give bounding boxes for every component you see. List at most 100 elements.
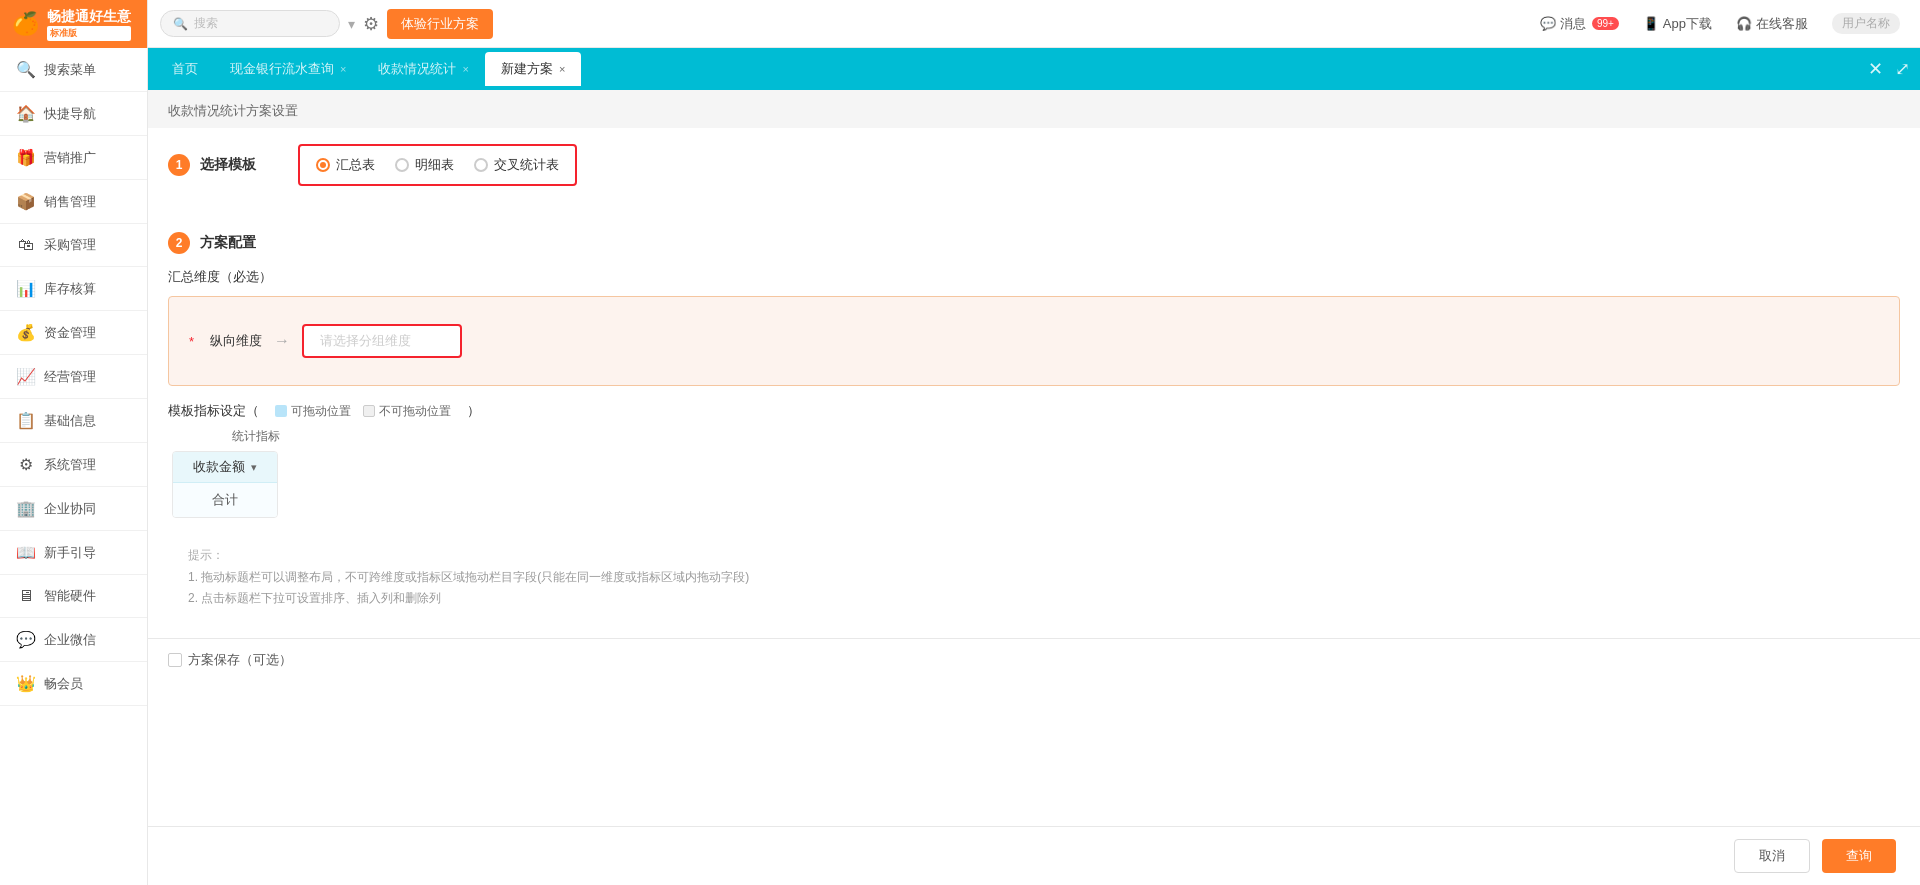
- tab-bank-close[interactable]: ×: [340, 63, 346, 75]
- tab-home[interactable]: 首页: [156, 52, 214, 86]
- legend-fixed: 不可拖动位置: [363, 403, 451, 420]
- home-icon: 🏠: [16, 104, 36, 123]
- tips-title: 提示：: [188, 548, 224, 562]
- summary-label: 汇总表: [336, 156, 375, 174]
- indicator-col-header[interactable]: 收款金额 ▾: [173, 452, 277, 483]
- sidebar-item-label: 库存核算: [44, 280, 96, 298]
- required-star: *: [189, 334, 194, 349]
- download-action[interactable]: 📱 App下载: [1635, 15, 1720, 33]
- sidebar-item-marketing[interactable]: 🎁 营销推广: [0, 136, 147, 180]
- sidebar-item-member[interactable]: 👑 畅会员: [0, 662, 147, 706]
- dimension-area: * 纵向维度 → 请选择分组维度: [168, 296, 1900, 386]
- tab-new-plan[interactable]: 新建方案 ×: [485, 52, 581, 86]
- gift-icon: 🎁: [16, 148, 36, 167]
- message-icon: 💬: [1540, 16, 1556, 31]
- sidebar-item-label: 系统管理: [44, 456, 96, 474]
- sidebar-item-quick-nav[interactable]: 🏠 快捷导航: [0, 92, 147, 136]
- indicator-settings: 模板指标设定（ 可拖动位置 不可拖动位置 ）: [168, 402, 1900, 521]
- sidebar-item-system[interactable]: ⚙ 系统管理: [0, 443, 147, 487]
- main-area: 🔍 搜索 ▾ ⚙ 体验行业方案 💬 消息 99+ 📱 App下载 🎧 在线客服 …: [148, 0, 1920, 885]
- sidebar-item-purchase[interactable]: 🛍 采购管理: [0, 224, 147, 267]
- system-icon: ⚙: [16, 455, 36, 474]
- dimension-select[interactable]: 请选择分组维度: [302, 324, 462, 358]
- indicator-legend: 可拖动位置 不可拖动位置: [275, 403, 451, 420]
- tab-home-label: 首页: [172, 60, 198, 78]
- vertical-dim-label: 纵向维度: [210, 332, 262, 350]
- sidebar-item-label: 经营管理: [44, 368, 96, 386]
- management-icon: 📈: [16, 367, 36, 386]
- sidebar-item-label: 销售管理: [44, 193, 96, 211]
- indicator-table: 收款金额 ▾ 合计: [172, 451, 278, 518]
- sidebar-item-management[interactable]: 📈 经营管理: [0, 355, 147, 399]
- tab-collection[interactable]: 收款情况统计 ×: [362, 52, 484, 86]
- indicator-col-dropdown-icon[interactable]: ▾: [251, 461, 257, 474]
- tab-collection-close[interactable]: ×: [462, 63, 468, 75]
- topbar-dropdown-icon[interactable]: ▾: [348, 16, 355, 32]
- content-area: 收款情况统计方案设置 1 选择模板 汇总表 明细表: [148, 90, 1920, 885]
- sidebar-item-label: 企业协同: [44, 500, 96, 518]
- service-action[interactable]: 🎧 在线客服: [1728, 15, 1816, 33]
- query-button[interactable]: 查询: [1822, 839, 1896, 873]
- page-content: 收款情况统计方案设置 1 选择模板 汇总表 明细表: [148, 90, 1920, 885]
- template-cross-radio[interactable]: 交叉统计表: [474, 156, 559, 174]
- search-placeholder-text: 搜索: [194, 15, 218, 32]
- sidebar-item-wechat[interactable]: 💬 企业微信: [0, 618, 147, 662]
- tab-close-all-icon[interactable]: ✕: [1866, 56, 1885, 82]
- save-label: 方案保存（可选）: [188, 651, 292, 669]
- fixed-label: 不可拖动位置: [379, 403, 451, 420]
- cross-radio-circle: [474, 158, 488, 172]
- logo-text: 畅捷通好生意: [47, 8, 131, 26]
- checkbox-box: [168, 653, 182, 667]
- basic-info-icon: 📋: [16, 411, 36, 430]
- enterprise-icon: 🏢: [16, 499, 36, 518]
- tab-bank[interactable]: 现金银行流水查询 ×: [214, 52, 362, 86]
- template-detail-radio[interactable]: 明细表: [395, 156, 454, 174]
- tab-new-plan-close[interactable]: ×: [559, 63, 565, 75]
- message-action[interactable]: 💬 消息 99+: [1532, 15, 1627, 33]
- download-label: App下载: [1663, 15, 1712, 33]
- purchase-icon: 🛍: [16, 236, 36, 254]
- step2-section: 2 方案配置 汇总维度（必选） * 纵向维度 → 请选择分组维度: [148, 216, 1920, 638]
- user-action[interactable]: 用户名称: [1824, 13, 1908, 34]
- gear-icon[interactable]: ⚙: [363, 13, 379, 35]
- sidebar-item-label: 营销推广: [44, 149, 96, 167]
- sidebar-item-label: 采购管理: [44, 236, 96, 254]
- sidebar-item-guide[interactable]: 📖 新手引导: [0, 531, 147, 575]
- service-icon: 🎧: [1736, 16, 1752, 31]
- step1-title: 选择模板: [200, 156, 256, 174]
- sidebar-item-label: 智能硬件: [44, 587, 96, 605]
- logo-icon: 🍊: [12, 11, 39, 37]
- sidebar-item-sales[interactable]: 📦 销售管理: [0, 180, 147, 224]
- tip-item-2: 2. 点击标题栏下拉可设置排序、插入列和删除列: [188, 588, 1880, 610]
- tab-expand-icon[interactable]: ⤢: [1893, 56, 1912, 82]
- wechat-icon: 💬: [16, 630, 36, 649]
- service-label: 在线客服: [1756, 15, 1808, 33]
- topbar: 🔍 搜索 ▾ ⚙ 体验行业方案 💬 消息 99+ 📱 App下载 🎧 在线客服 …: [148, 0, 1920, 48]
- template-summary-radio[interactable]: 汇总表: [316, 156, 375, 174]
- indicator-header: 模板指标设定（ 可拖动位置 不可拖动位置 ）: [168, 402, 1900, 420]
- search-icon: 🔍: [173, 17, 188, 31]
- dimension-row: * 纵向维度 → 请选择分组维度: [189, 324, 462, 358]
- sidebar-item-finance[interactable]: 💰 资金管理: [0, 311, 147, 355]
- sidebar-item-search-menu[interactable]: 🔍 搜索菜单: [0, 48, 147, 92]
- legend-draggable: 可拖动位置: [275, 403, 351, 420]
- sidebar-item-label: 畅会员: [44, 675, 83, 693]
- step2-number: 2: [168, 232, 190, 254]
- save-option-checkbox[interactable]: 方案保存（可选）: [168, 651, 292, 669]
- logo-badge: 标准版: [47, 26, 131, 41]
- sidebar-item-inventory[interactable]: 📊 库存核算: [0, 267, 147, 311]
- action-bar: 取消 查询: [148, 826, 1920, 885]
- cancel-button[interactable]: 取消: [1734, 839, 1810, 873]
- sidebar-item-basic-info[interactable]: 📋 基础信息: [0, 399, 147, 443]
- sidebar-item-enterprise[interactable]: 🏢 企业协同: [0, 487, 147, 531]
- dimension-select-placeholder: 请选择分组维度: [320, 333, 411, 348]
- guide-icon: 📖: [16, 543, 36, 562]
- sidebar-item-smart-hardware[interactable]: 🖥 智能硬件: [0, 575, 147, 618]
- step1-header: 1 选择模板 汇总表 明细表 交叉统计表: [168, 144, 1900, 186]
- industry-btn[interactable]: 体验行业方案: [387, 9, 493, 39]
- search-bar[interactable]: 🔍 搜索: [160, 10, 340, 37]
- step2-title: 方案配置: [200, 234, 256, 252]
- tip-item-1: 1. 拖动标题栏可以调整布局，不可跨维度或指标区域拖动栏目字段(只能在同一维度或…: [188, 567, 1880, 589]
- summary-radio-circle: [316, 158, 330, 172]
- tab-new-plan-label: 新建方案: [501, 60, 553, 78]
